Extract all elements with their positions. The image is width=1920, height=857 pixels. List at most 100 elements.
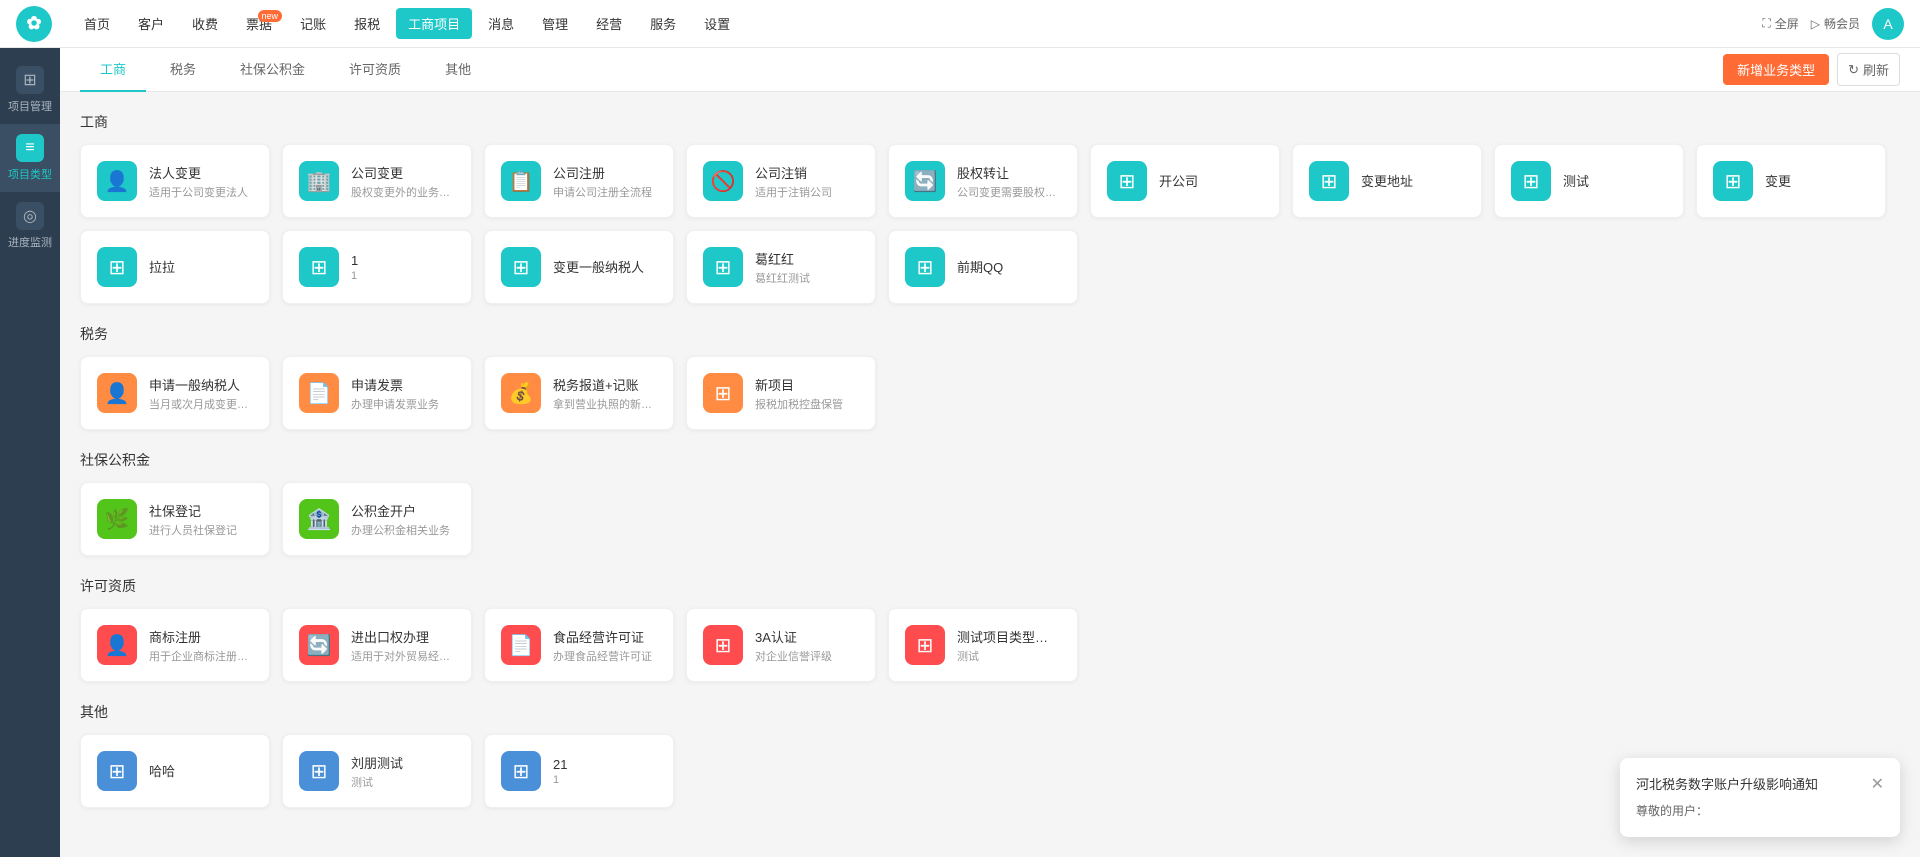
sub-tab-other[interactable]: 其他 (425, 47, 491, 92)
fullscreen-btn[interactable]: ⛶ 全屏 (1762, 15, 1798, 32)
refresh-icon: ↻ (1848, 62, 1859, 78)
card-change-address[interactable]: ⊞变更地址 (1292, 144, 1482, 218)
card-icon-fund-account: 🏦 (299, 499, 339, 539)
card-icon-qianqi-qq: ⊞ (905, 247, 945, 287)
card-icon-company-change: 🏢 (299, 161, 339, 201)
nav-item-settings[interactable]: 设置 (692, 8, 742, 39)
card-food-license[interactable]: 📄 食品经营许可证办理食品经营许可证 (484, 608, 674, 682)
sidebar-label-progress-monitor: 进度监测 (8, 234, 52, 250)
card-info-apply-taxpayer: 申请一般纳税人当月或次月成变更完成 (149, 375, 253, 412)
nav-item-accounting[interactable]: 记账 (288, 8, 338, 39)
card-info-new-project: 新项目报税加税控盘保管 (755, 375, 859, 412)
video-icon: ▷ (1811, 17, 1820, 31)
card-info-3a-cert: 3A认证对企业信誉评级 (755, 627, 859, 664)
card-icon-liu-peng-test: ⊞ (299, 751, 339, 791)
sub-tab-license[interactable]: 许可资质 (329, 47, 421, 92)
card-test-type[interactable]: ⊞测试项目类型目定义测试 (888, 608, 1078, 682)
card-icon-change: ⊞ (1713, 161, 1753, 201)
card-title-trademark: 商标注册 (149, 627, 253, 646)
card-title-open-company: 开公司 (1159, 171, 1263, 190)
card-one[interactable]: ⊞11 (282, 230, 472, 304)
card-icon-food-license: 📄 (501, 625, 541, 665)
sidebar-item-progress-monitor[interactable]: ◎ 进度监测 (0, 192, 60, 260)
card-qianqi-qq[interactable]: ⊞前期QQ (888, 230, 1078, 304)
card-haha[interactable]: ⊞哈哈 (80, 734, 270, 808)
nav-item-operations[interactable]: 经营 (584, 8, 634, 39)
card-legal-change[interactable]: 👤 法人变更适用于公司变更法人 (80, 144, 270, 218)
card-apply-taxpayer[interactable]: 👤 申请一般纳税人当月或次月成变更完成 (80, 356, 270, 430)
card-icon-company-cancel: 🚫 (703, 161, 743, 201)
sidebar-label-project-type: 项目类型 (8, 166, 52, 182)
card-liu-peng-test[interactable]: ⊞刘朋测试测试 (282, 734, 472, 808)
card-open-company[interactable]: ⊞开公司 (1090, 144, 1280, 218)
nav-item-tax[interactable]: 报税 (342, 8, 392, 39)
sub-tab-social-fund[interactable]: 社保公积金 (220, 47, 325, 92)
nav-item-home[interactable]: 首页 (72, 8, 122, 39)
sub-tab-industry[interactable]: 工商 (80, 47, 146, 92)
fullscreen-icon: ⛶ (1762, 16, 1770, 31)
card-icon-import-export: 🔄 (299, 625, 339, 665)
card-title-test-type: 测试项目类型目定义 (957, 627, 1061, 646)
card-info-legal-change: 法人变更适用于公司变更法人 (149, 163, 253, 200)
nav-item-services[interactable]: 服务 (638, 8, 688, 39)
nav-right: ⛶ 全屏 ▷ 畅会员 A (1762, 8, 1904, 40)
nav-item-industry[interactable]: 工商项目 (396, 8, 472, 39)
new-type-button[interactable]: 新增业务类型 (1723, 54, 1829, 85)
card-title-food-license: 食品经营许可证 (553, 627, 657, 646)
avatar[interactable]: A (1872, 8, 1904, 40)
nav-item-tickets[interactable]: 票据new (234, 8, 284, 39)
card-lala[interactable]: ⊞拉拉 (80, 230, 270, 304)
card-company-cancel[interactable]: 🚫公司注销适用于注销公司 (686, 144, 876, 218)
card-change[interactable]: ⊞ 变更 (1696, 144, 1886, 218)
card-title-import-export: 进出口权办理 (351, 627, 455, 646)
main-content: 工商税务社保公积金许可资质其他 新增业务类型 ↻ 刷新 工商👤法人变更适用于公司… (60, 48, 1920, 857)
nav-item-messages[interactable]: 消息 (476, 8, 526, 39)
card-apply-invoice[interactable]: 📄申请发票办理申请发票业务 (282, 356, 472, 430)
card-info-change-address: 变更地址 (1361, 171, 1465, 192)
card-desc-apply-invoice: 办理申请发票业务 (351, 396, 455, 412)
nav-item-customer[interactable]: 客户 (126, 8, 176, 39)
sidebar-item-project-mgmt[interactable]: ⊞ 项目管理 (0, 56, 60, 124)
vip-btn[interactable]: ▷ 畅会员 (1811, 15, 1860, 32)
card-new-project[interactable]: ⊞新项目报税加税控盘保管 (686, 356, 876, 430)
nav-items: 首页客户收费票据new记账报税工商项目消息管理经营服务设置 (72, 8, 1762, 39)
card-icon-legal-change: 👤 (97, 161, 137, 201)
card-title-test: 测试 (1563, 171, 1667, 190)
card-title-apply-invoice: 申请发票 (351, 375, 455, 394)
card-test[interactable]: ⊞ 测试 (1494, 144, 1684, 218)
card-equity-transfer[interactable]: 🔄股权转让公司变更需要股权转让 (888, 144, 1078, 218)
card-title-change-address: 变更地址 (1361, 171, 1465, 190)
card-title-one: 1 (351, 253, 455, 268)
card-change-taxpayer[interactable]: ⊞变更一般纳税人 (484, 230, 674, 304)
notification-title: 河北税务数字账户升级影响通知 (1636, 774, 1818, 793)
card-company-register[interactable]: 📋公司注册申请公司注册全流程 (484, 144, 674, 218)
card-info-import-export: 进出口权办理适用于对外贸易经营者 (351, 627, 455, 664)
card-info-change: 变更 (1765, 171, 1869, 192)
card-social-register[interactable]: 🌿社保登记进行人员社保登记 (80, 482, 270, 556)
section-title-social_fund: 社保公积金 (80, 450, 1900, 470)
card-fund-account[interactable]: 🏦公积金开户办理公积金相关业务 (282, 482, 472, 556)
card-icon-test: ⊞ (1511, 161, 1551, 201)
card-info-open-company: 开公司 (1159, 171, 1263, 192)
refresh-button[interactable]: ↻ 刷新 (1837, 53, 1900, 86)
card-icon-apply-taxpayer: 👤 (97, 373, 137, 413)
card-import-export[interactable]: 🔄 进出口权办理适用于对外贸易经营者 (282, 608, 472, 682)
card-desc-company-cancel: 适用于注销公司 (755, 184, 859, 200)
card-info-food-license: 食品经营许可证办理食品经营许可证 (553, 627, 657, 664)
nav-item-fees[interactable]: 收费 (180, 8, 230, 39)
sub-tab-tax[interactable]: 税务 (150, 47, 216, 92)
nav-item-management[interactable]: 管理 (530, 8, 580, 39)
card-info-apply-invoice: 申请发票办理申请发票业务 (351, 375, 455, 412)
card-company-change[interactable]: 🏢公司变更股权变更外的业务变更 (282, 144, 472, 218)
card-3a-cert[interactable]: ⊞3A认证对企业信誉评级 (686, 608, 876, 682)
card-info-haha: 哈哈 (149, 761, 253, 782)
card-desc-import-export: 适用于对外贸易经营者 (351, 648, 455, 664)
card-twenty-one[interactable]: ⊞211 (484, 734, 674, 808)
notification-close-button[interactable]: ✕ (1871, 774, 1884, 794)
card-trademark[interactable]: 👤商标注册用于企业商标注册服务 (80, 608, 270, 682)
app-logo: ✿ (16, 6, 52, 42)
card-ge-hong-hong[interactable]: ⊞葛红红葛红红测试 (686, 230, 876, 304)
card-tax-report-accounting[interactable]: 💰税务报道+记账拿到营业执照的新公司 (484, 356, 674, 430)
sidebar-item-project-type[interactable]: ≡ 项目类型 (0, 124, 60, 192)
card-title-company-register: 公司注册 (553, 163, 657, 182)
